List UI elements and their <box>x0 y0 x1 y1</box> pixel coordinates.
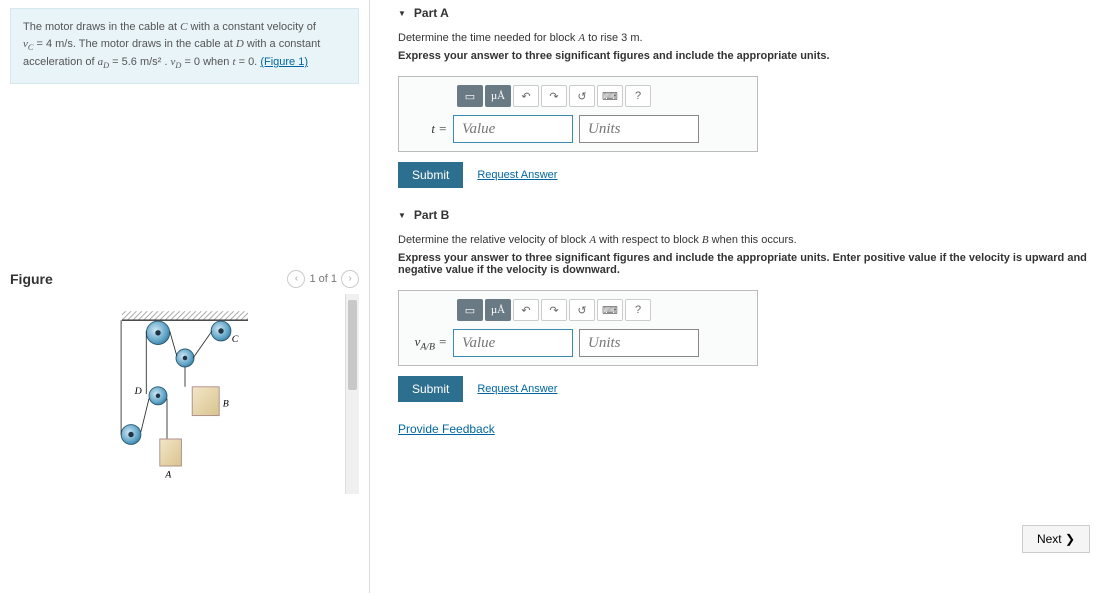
part-b-submit-button[interactable]: Submit <box>398 376 463 402</box>
part-a-units-input[interactable] <box>579 115 699 143</box>
reset-icon[interactable]: ↺ <box>569 85 595 107</box>
part-a-variable-label: t = <box>409 121 447 137</box>
problem-statement: The motor draws in the cable at C with a… <box>10 8 359 84</box>
symbols-button[interactable]: µÅ <box>485 85 511 107</box>
part-b-prompt: Determine the relative velocity of block… <box>398 234 1090 246</box>
svg-text:B: B <box>222 398 228 409</box>
figure-counter: 1 of 1 <box>309 273 337 285</box>
part-a-instructions: Express your answer to three significant… <box>398 50 1090 62</box>
part-b-units-input[interactable] <box>579 329 699 357</box>
part-a-header[interactable]: ▼Part A <box>398 6 1090 20</box>
template-icon[interactable]: ▭ <box>457 85 483 107</box>
next-button[interactable]: Next ❯ <box>1022 525 1090 553</box>
symbols-button[interactable]: µÅ <box>485 299 511 321</box>
collapse-icon: ▼ <box>398 9 406 18</box>
part-b-value-input[interactable] <box>453 329 573 357</box>
figure-scrollbar[interactable] <box>345 294 359 494</box>
svg-text:A: A <box>164 469 172 480</box>
figure-next-button[interactable]: › <box>341 270 359 288</box>
part-b-header[interactable]: ▼Part B <box>398 208 1090 222</box>
part-b-request-answer[interactable]: Request Answer <box>477 383 557 395</box>
part-b-answer-box: ▭ µÅ ↶ ↷ ↺ ⌨ ? vA/B = <box>398 290 758 366</box>
help-button[interactable]: ? <box>625 299 651 321</box>
part-a-request-answer[interactable]: Request Answer <box>477 169 557 181</box>
keyboard-icon[interactable]: ⌨ <box>597 85 623 107</box>
help-button[interactable]: ? <box>625 85 651 107</box>
figure-diagram: C D B <box>95 304 275 484</box>
figure-title: Figure <box>10 271 53 287</box>
undo-icon[interactable]: ↶ <box>513 85 539 107</box>
provide-feedback-link[interactable]: Provide Feedback <box>398 422 495 436</box>
part-a-submit-button[interactable]: Submit <box>398 162 463 188</box>
undo-icon[interactable]: ↶ <box>513 299 539 321</box>
redo-icon[interactable]: ↷ <box>541 299 567 321</box>
reset-icon[interactable]: ↺ <box>569 299 595 321</box>
keyboard-icon[interactable]: ⌨ <box>597 299 623 321</box>
collapse-icon: ▼ <box>398 211 406 220</box>
template-icon[interactable]: ▭ <box>457 299 483 321</box>
part-b-variable-label: vA/B = <box>409 334 447 353</box>
part-a-value-input[interactable] <box>453 115 573 143</box>
part-a-answer-box: ▭ µÅ ↶ ↷ ↺ ⌨ ? t = <box>398 76 758 152</box>
part-a-prompt: Determine the time needed for block A to… <box>398 32 1090 44</box>
figure-prev-button[interactable]: ‹ <box>287 270 305 288</box>
redo-icon[interactable]: ↷ <box>541 85 567 107</box>
part-b-instructions: Express your answer to three significant… <box>398 252 1090 276</box>
svg-text:D: D <box>133 386 141 397</box>
svg-text:C: C <box>231 333 238 344</box>
figure-link[interactable]: (Figure 1) <box>260 56 308 68</box>
